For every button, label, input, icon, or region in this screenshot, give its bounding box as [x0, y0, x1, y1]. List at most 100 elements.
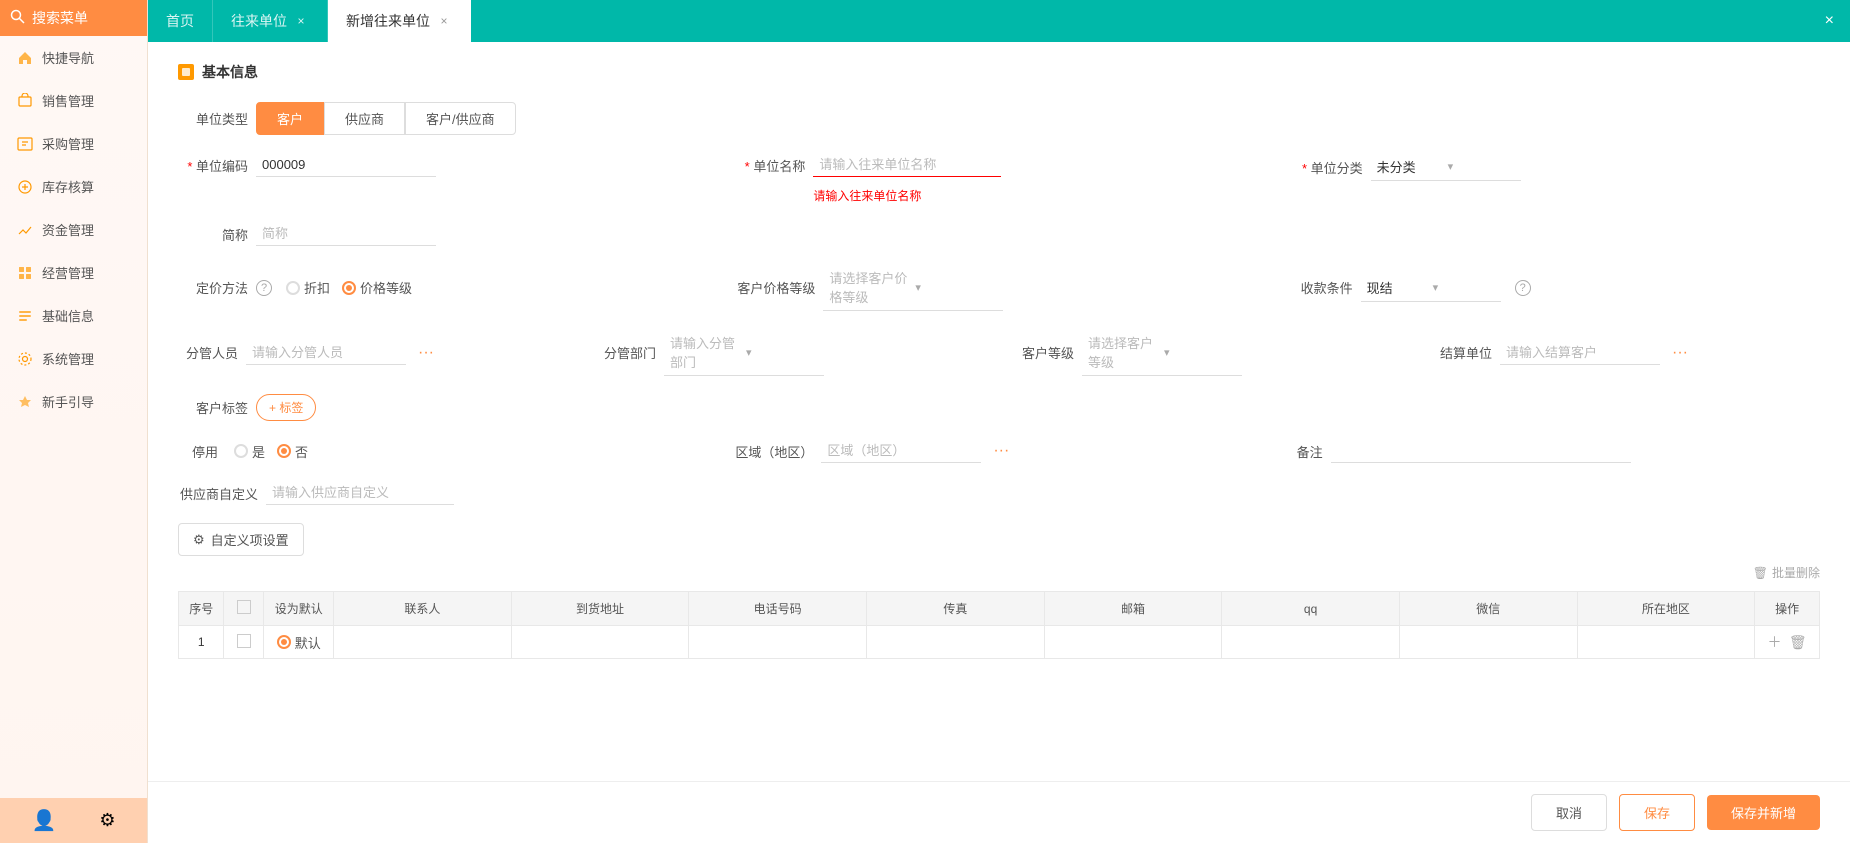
sidebar-item-guide[interactable]: 新手引导 — [0, 380, 147, 423]
section-icon — [178, 64, 194, 80]
cell-contact[interactable] — [334, 626, 512, 659]
sidebar-item-system[interactable]: 系统管理 — [0, 337, 147, 380]
field-customer-level: 客户等级 请选择客户等级 ▾ — [1014, 329, 1402, 376]
sidebar-item-sales[interactable]: 销售管理 — [0, 79, 147, 122]
contact-input[interactable] — [344, 635, 501, 649]
guide-icon — [16, 393, 34, 411]
qq-input[interactable] — [1232, 635, 1389, 649]
footer: 取消 保存 保存并新增 — [148, 781, 1850, 843]
tab-new-transaction-label: 新增往来单位 — [346, 11, 430, 31]
radio-price-level-circle — [342, 281, 356, 295]
customer-level-select[interactable]: 请选择客户等级 ▾ — [1082, 329, 1242, 376]
col-seq: 序号 — [179, 592, 224, 626]
email-input[interactable] — [1055, 635, 1212, 649]
radio-no-label: 否 — [295, 442, 308, 461]
tab-home[interactable]: 首页 — [148, 0, 213, 42]
row-tags: 客户标签 + 标签 — [178, 394, 1820, 421]
table-header-checkbox[interactable] — [237, 600, 251, 614]
settlement-more-btn[interactable]: ··· — [1668, 344, 1692, 362]
sidebar-item-quick-nav[interactable]: 快捷导航 — [0, 36, 147, 79]
sidebar-item-basic-info[interactable]: 基础信息 — [0, 294, 147, 337]
save-button[interactable]: 保存 — [1619, 794, 1695, 831]
radio-no[interactable]: 否 — [277, 442, 308, 461]
radio-yes[interactable]: 是 — [234, 442, 265, 461]
manager-more-btn[interactable]: ··· — [414, 344, 438, 362]
region-more-btn[interactable]: ··· — [989, 442, 1013, 460]
cancel-button[interactable]: 取消 — [1531, 794, 1607, 831]
sidebar-label-guide: 新手引导 — [42, 392, 94, 411]
unit-code-label: 单位编码 — [178, 156, 248, 175]
unit-category-value: 未分类 — [1377, 157, 1444, 176]
manager-label: 分管人员 — [178, 343, 238, 362]
purchase-icon — [16, 135, 34, 153]
cell-fax[interactable] — [867, 626, 1045, 659]
supplier-custom-label: 供应商自定义 — [178, 484, 258, 503]
cell-qq[interactable] — [1222, 626, 1400, 659]
sidebar-item-inventory[interactable]: 库存核算 — [0, 165, 147, 208]
tab-new-transaction-close[interactable]: × — [436, 13, 452, 29]
user-icon[interactable]: 👤 — [31, 808, 56, 833]
cell-address[interactable] — [511, 626, 689, 659]
unit-btn-supplier[interactable]: 供应商 — [324, 102, 405, 135]
row-manager: 分管人员 ··· 分管部门 请输入分管部门 ▾ 客户等级 请选择客户等级 ▾ 结… — [178, 329, 1820, 376]
payment-terms-help-icon[interactable]: ? — [1515, 280, 1531, 296]
unit-btn-customer[interactable]: 客户 — [256, 102, 324, 135]
contacts-table: 序号 设为默认 联系人 到货地址 电话号码 传真 邮箱 qq 微信 所在地区 操… — [178, 591, 1820, 659]
add-tag-button[interactable]: + 标签 — [256, 394, 316, 421]
row-unit-code-name-cat: 单位编码 单位名称 请输入往来单位名称 单位分类 未分类 ▾ — [178, 153, 1820, 204]
phone-input[interactable] — [699, 635, 856, 649]
manager-input[interactable] — [246, 341, 406, 365]
cell-wechat[interactable] — [1399, 626, 1577, 659]
radio-discount[interactable]: 折扣 — [286, 278, 330, 297]
short-name-label: 简称 — [178, 225, 248, 244]
unit-name-input[interactable] — [813, 153, 1001, 177]
tab-bar-close[interactable]: × — [1825, 12, 1834, 30]
region-input[interactable] — [821, 439, 981, 463]
tab-new-transaction[interactable]: 新增往来单位 × — [328, 0, 471, 42]
radio-price-level[interactable]: 价格等级 — [342, 278, 412, 297]
delete-row-button[interactable]: 🗑 — [1787, 634, 1809, 650]
sidebar-item-operations[interactable]: 经营管理 — [0, 251, 147, 294]
payment-terms-select[interactable]: 现结 ▾ — [1361, 274, 1501, 302]
custom-settings-button[interactable]: ⚙ 自定义项设置 — [178, 523, 304, 556]
field-customer-price-level: 客户价格等级 请选择客户价格等级 ▾ — [735, 264, 1262, 311]
fax-input[interactable] — [877, 635, 1034, 649]
address-input[interactable] — [522, 635, 679, 649]
department-placeholder: 请输入分管部门 — [670, 333, 742, 371]
default-label: 默认 — [295, 633, 321, 652]
cell-region[interactable] — [1577, 626, 1755, 659]
unit-btn-both[interactable]: 客户/供应商 — [405, 102, 516, 135]
department-select[interactable]: 请输入分管部门 ▾ — [664, 329, 824, 376]
batch-delete-button[interactable]: 🗑 批量删除 — [1753, 564, 1820, 581]
remark-input[interactable] — [1331, 439, 1631, 463]
add-row-button[interactable]: ＋ — [1766, 634, 1784, 650]
search-menu-button[interactable]: 搜索菜单 — [0, 0, 147, 36]
sidebar-item-purchase[interactable]: 采购管理 — [0, 122, 147, 165]
unit-category-select[interactable]: 未分类 ▾ — [1371, 153, 1521, 181]
table-row: 1 默认 — [179, 626, 1820, 659]
unit-code-input[interactable] — [256, 153, 436, 177]
region-table-input[interactable] — [1588, 635, 1745, 649]
field-unit-code: 单位编码 — [178, 153, 705, 177]
pricing-radio-group: 折扣 价格等级 — [286, 278, 412, 297]
settings-icon[interactable]: ⚙ — [99, 810, 115, 831]
cell-phone[interactable] — [689, 626, 867, 659]
row-checkbox[interactable] — [237, 634, 251, 648]
customer-price-level-select[interactable]: 请选择客户价格等级 ▾ — [823, 264, 1003, 311]
radio-price-level-label: 价格等级 — [360, 278, 412, 297]
cell-email[interactable] — [1044, 626, 1222, 659]
sidebar-label-inventory: 库存核算 — [42, 177, 94, 196]
field-payment-terms: 收款条件 现结 ▾ ? — [1293, 274, 1820, 302]
default-radio[interactable]: 默认 — [274, 633, 323, 652]
tab-transactions[interactable]: 往来单位 × — [213, 0, 328, 42]
pricing-help-icon[interactable]: ? — [256, 280, 272, 296]
tab-transactions-close[interactable]: × — [293, 13, 309, 29]
row-disable-region: 停用 是 否 区域（地区） ··· 备注 — [178, 439, 1820, 463]
short-name-input[interactable] — [256, 222, 436, 246]
supplier-custom-input[interactable] — [266, 481, 454, 505]
wechat-input[interactable] — [1410, 635, 1567, 649]
col-default: 设为默认 — [264, 592, 334, 626]
sidebar-item-finance[interactable]: 资金管理 — [0, 208, 147, 251]
settlement-unit-input[interactable] — [1500, 341, 1660, 365]
save-new-button[interactable]: 保存并新增 — [1707, 795, 1820, 830]
